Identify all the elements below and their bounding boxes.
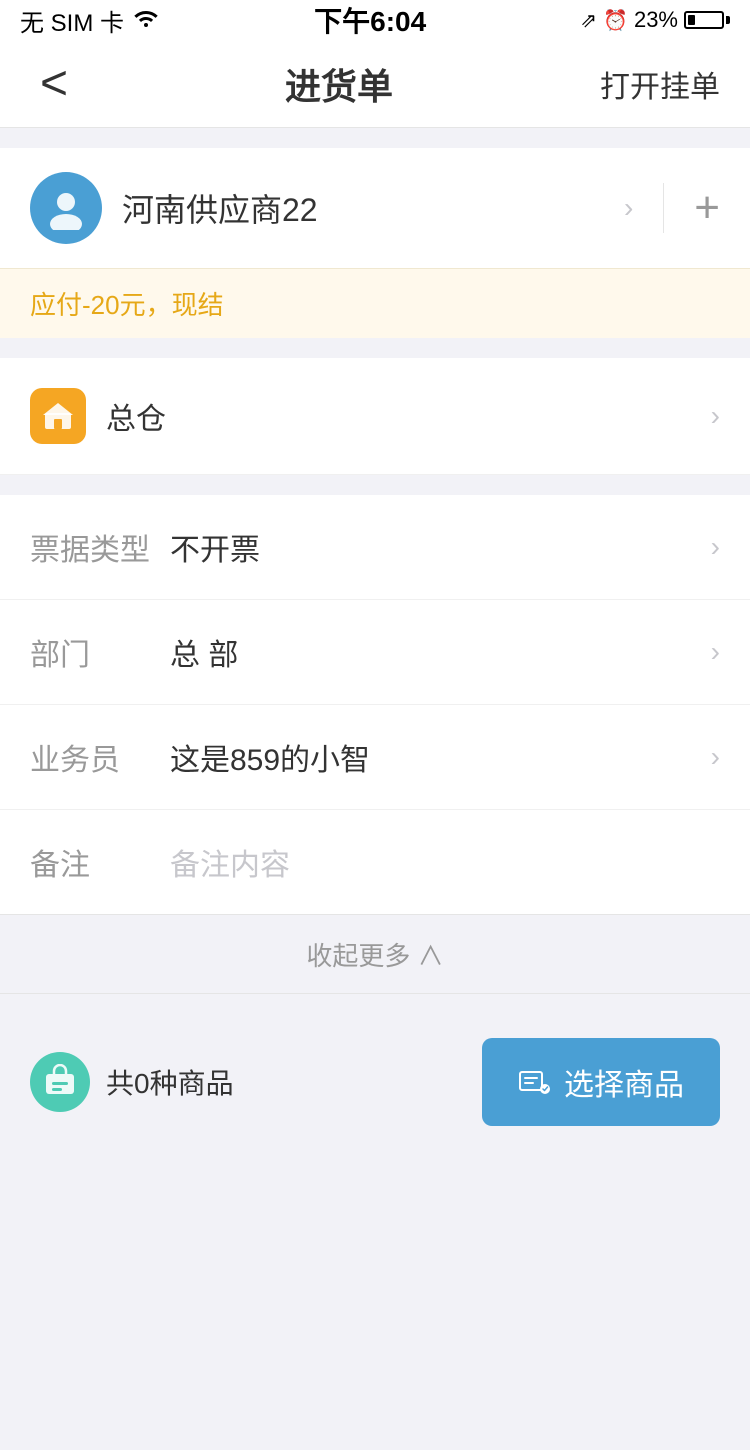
fields-section: 票据类型 不开票 › 部门 总 部 › 业务员 这是859的小智 › 备注 备注…: [0, 495, 750, 914]
salesperson-value: 这是859的小智: [170, 735, 711, 779]
supplier-section: 河南供应商22 › + 应付-20元，现结: [0, 148, 750, 338]
battery-indicator: [684, 11, 730, 29]
product-count-area: 共0种商品: [30, 1052, 234, 1112]
supplier-chevron-icon: ›: [624, 192, 633, 224]
remark-placeholder: 备注内容: [170, 840, 720, 884]
warehouse-row[interactable]: 总仓 ›: [0, 358, 750, 475]
supplier-avatar: [30, 172, 102, 244]
remark-row[interactable]: 备注 备注内容: [0, 810, 750, 914]
page-title: 进货单: [285, 58, 393, 110]
invoice-type-value: 不开票: [170, 525, 711, 569]
invoice-type-row[interactable]: 票据类型 不开票 ›: [0, 495, 750, 600]
section-gap-4: [0, 994, 750, 1014]
department-chevron-icon: ›: [711, 636, 720, 668]
add-supplier-button[interactable]: +: [694, 183, 720, 233]
section-gap-1: [0, 128, 750, 148]
open-pending-button[interactable]: 打开挂单: [600, 62, 720, 106]
warehouse-icon: [30, 388, 86, 444]
select-product-label: 选择商品: [564, 1060, 684, 1104]
status-left: 无 SIM 卡: [20, 3, 160, 38]
back-button[interactable]: <: [30, 46, 78, 121]
salesperson-label: 业务员: [30, 735, 170, 779]
notice-bar: 应付-20元，现结: [0, 268, 750, 338]
nav-bar: < 进货单 打开挂单: [0, 40, 750, 128]
supplier-row[interactable]: 河南供应商22 › +: [0, 148, 750, 268]
warehouse-section: 总仓 ›: [0, 358, 750, 475]
invoice-type-label: 票据类型: [30, 525, 170, 569]
battery-percent: 23%: [634, 7, 678, 33]
warehouse-name: 总仓: [106, 394, 711, 438]
status-right: ⇗ ⏰ 23%: [580, 7, 730, 33]
department-row[interactable]: 部门 总 部 ›: [0, 600, 750, 705]
bottom-bar: 共0种商品 选择商品: [0, 1014, 750, 1150]
department-label: 部门: [30, 630, 170, 674]
section-gap-3: [0, 475, 750, 495]
carrier-text: 无 SIM 卡: [20, 3, 124, 38]
remark-label: 备注: [30, 840, 170, 884]
select-product-button[interactable]: 选择商品: [482, 1038, 720, 1126]
supplier-divider: [663, 183, 664, 233]
alarm-icon: ⏰: [603, 8, 628, 33]
empty-area: [0, 1150, 750, 1450]
collapse-bar[interactable]: 收起更多 ∧: [0, 914, 750, 994]
invoice-type-chevron-icon: ›: [711, 531, 720, 563]
location-icon: ⇗: [580, 8, 597, 33]
department-value: 总 部: [170, 630, 711, 674]
supplier-name: 河南供应商22: [122, 185, 624, 231]
product-icon: [30, 1052, 90, 1112]
status-time: 下午6:04: [314, 0, 426, 40]
product-count-text: 共0种商品: [106, 1062, 234, 1102]
salesperson-row[interactable]: 业务员 这是859的小智 ›: [0, 705, 750, 810]
warehouse-chevron-icon: ›: [711, 400, 720, 432]
wifi-icon: [132, 6, 160, 34]
section-gap-2: [0, 338, 750, 358]
status-bar: 无 SIM 卡 下午6:04 ⇗ ⏰ 23%: [0, 0, 750, 40]
salesperson-chevron-icon: ›: [711, 741, 720, 773]
